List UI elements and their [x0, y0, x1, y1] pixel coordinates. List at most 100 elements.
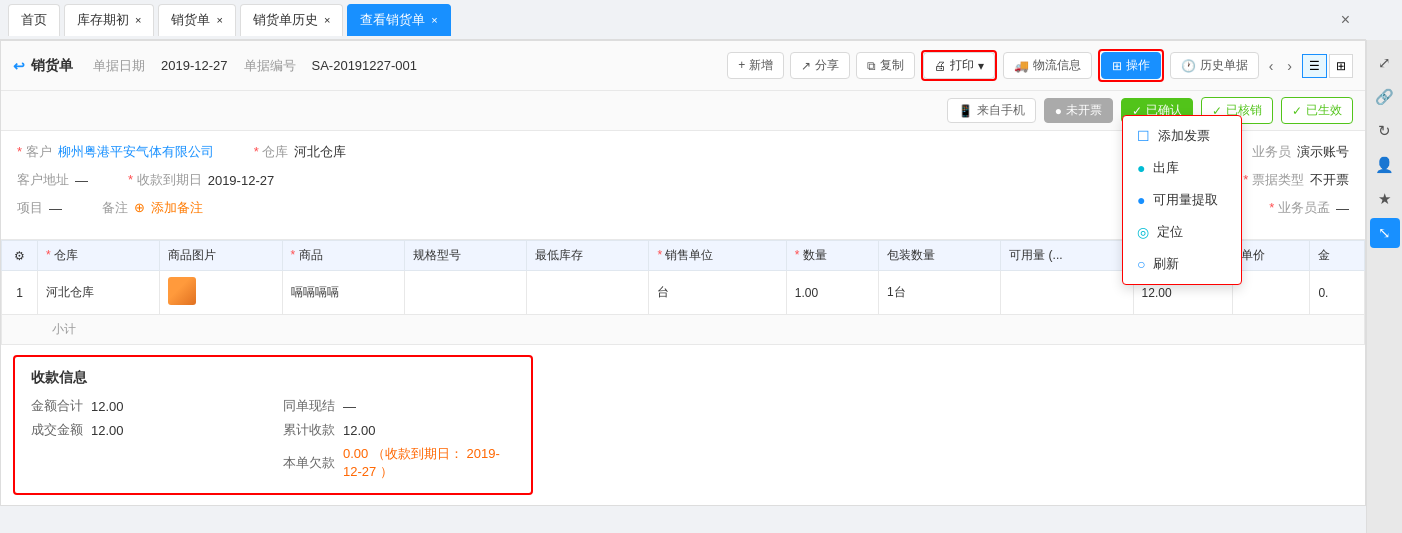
available-icon: ●	[1137, 192, 1145, 208]
prev-arrow[interactable]: ‹	[1265, 54, 1278, 78]
date-label: 单据日期	[93, 57, 145, 75]
col-sales-unit: 销售单位	[649, 241, 786, 271]
cumulative-row: 累计收款 12.00	[283, 421, 515, 439]
sidebar-star-btn[interactable]: ★	[1370, 184, 1400, 214]
due-note-end: ）	[380, 464, 393, 479]
dropdown-location-label: 定位	[1157, 223, 1183, 241]
same-order-value: —	[343, 399, 356, 414]
history-button[interactable]: 🕐 历史单据	[1170, 52, 1259, 79]
tab-inventory[interactable]: 库存期初 ×	[64, 4, 154, 36]
link-icon: 🔗	[1375, 88, 1394, 106]
mobile-btn[interactable]: 📱 来自手机	[947, 98, 1036, 123]
dropdown-location[interactable]: ◎ 定位	[1123, 216, 1241, 248]
list-view-btn[interactable]: ☰	[1302, 54, 1327, 78]
tab-view-sales-close[interactable]: ×	[431, 14, 437, 26]
same-order-label: 同单现结	[283, 397, 335, 415]
operations-dropdown: ☐ 添加发票 ● 出库 ● 可用量提取 ◎ 定位 ○ 刷新	[1122, 115, 1242, 285]
cell-image	[160, 271, 282, 315]
payment-date-value: 2019-12-27	[208, 173, 275, 188]
user-icon: 👤	[1375, 156, 1394, 174]
right-sidebar: ⤢ 🔗 ↻ 👤 ★ ⤡	[1366, 40, 1402, 506]
star-icon: ★	[1378, 190, 1391, 208]
doc-actions: + 新增 ↗ 分享 ⧉ 复制 🖨 打印 ▾ 🚚	[727, 49, 1353, 82]
tab-inventory-label: 库存期初	[77, 11, 129, 29]
sidebar-link-btn[interactable]: 🔗	[1370, 82, 1400, 112]
tab-home-label: 首页	[21, 11, 47, 29]
not-open-btn[interactable]: ● 未开票	[1044, 98, 1113, 123]
cumulative-label: 累计收款	[283, 421, 335, 439]
sales-rep-value: —	[1336, 201, 1349, 216]
num-label: 单据编号	[244, 57, 296, 75]
operations-highlight-box: ⊞ 操作	[1098, 49, 1164, 82]
grid-view-btn[interactable]: ⊞	[1329, 54, 1353, 78]
tab-view-sales[interactable]: 查看销货单 ×	[347, 4, 450, 36]
due-note-text: （收款到期日：	[372, 446, 463, 461]
cell-pack-qty: 1台	[878, 271, 1000, 315]
sidebar-user-btn[interactable]: 👤	[1370, 150, 1400, 180]
sales-rep-label: 业务员孟	[1269, 199, 1330, 217]
print-button[interactable]: 🖨 打印 ▾	[923, 52, 995, 79]
same-order-row: 同单现结 —	[283, 397, 515, 415]
note-field: 备注 ⊕ 添加备注	[102, 199, 203, 217]
share-button[interactable]: ↗ 分享	[790, 52, 850, 79]
col-min-stock: 最低库存	[527, 241, 649, 271]
new-button[interactable]: + 新增	[727, 52, 783, 79]
bill-type-label: 票据类型	[1243, 171, 1304, 189]
sidebar-expand-btn[interactable]: ⤢	[1370, 48, 1400, 78]
tab-view-sales-label: 查看销货单	[360, 11, 425, 29]
next-arrow[interactable]: ›	[1283, 54, 1296, 78]
dropdown-outbound[interactable]: ● 出库	[1123, 152, 1241, 184]
project-value: —	[49, 201, 62, 216]
tab-sales[interactable]: 销货单 ×	[158, 4, 235, 36]
tab-inventory-close[interactable]: ×	[135, 14, 141, 26]
due-label: 本单欠款	[283, 454, 335, 472]
warehouse-label: 仓库	[254, 143, 289, 161]
address-label: 客户地址	[17, 171, 69, 189]
dropdown-outbound-label: 出库	[1153, 159, 1179, 177]
sidebar-refresh-btn[interactable]: ↻	[1370, 116, 1400, 146]
project-field: 项目 —	[17, 199, 62, 217]
tab-sales-history-close[interactable]: ×	[324, 14, 330, 26]
sales-rep-field: 业务员孟 —	[1269, 199, 1349, 217]
due-row: 本单欠款 0.00 （收款到期日： 2019-12-27 ）	[283, 445, 515, 481]
fullscreen-icon: ⤡	[1378, 224, 1391, 242]
cell-min-stock	[527, 271, 649, 315]
refresh-icon: ○	[1137, 256, 1145, 272]
print-icon: 🖨	[934, 59, 946, 73]
subtotal-row: 小计	[2, 315, 1365, 345]
cumulative-value: 12.00	[343, 423, 376, 438]
doc-title-area: ↩ 销货单	[13, 57, 73, 75]
doc-icon: ↩	[13, 58, 25, 74]
expand-icon: ⤢	[1378, 54, 1391, 72]
effective-btn[interactable]: ✓ 已生效	[1281, 97, 1353, 124]
col-settings[interactable]: ⚙	[2, 241, 38, 271]
sidebar-fullscreen-btn[interactable]: ⤡	[1370, 218, 1400, 248]
dropdown-refresh[interactable]: ○ 刷新	[1123, 248, 1241, 280]
history-icon: 🕐	[1181, 59, 1196, 73]
refresh-icon: ↻	[1378, 122, 1391, 140]
note-plus-icon: ⊕	[134, 200, 145, 215]
customer-value[interactable]: 柳州粤港平安气体有限公司	[58, 143, 214, 161]
bill-type-value: 不开票	[1310, 171, 1349, 189]
tab-home[interactable]: 首页	[8, 4, 60, 36]
doc-meta: 单据日期 2019-12-27 单据编号 SA-20191227-001	[93, 57, 727, 75]
due-value: 0.00 （收款到期日： 2019-12-27 ）	[343, 445, 515, 481]
tab-sales-label: 销货单	[171, 11, 210, 29]
tab-bar: 首页 库存期初 × 销货单 × 销货单历史 × 查看销货单 × ×	[0, 0, 1366, 40]
num-value: SA-20191227-001	[312, 58, 418, 73]
dropdown-available[interactable]: ● 可用量提取	[1123, 184, 1241, 216]
mobile-icon: 📱	[958, 104, 973, 118]
dropdown-add-invoice[interactable]: ☐ 添加发票	[1123, 120, 1241, 152]
transaction-row: 成交金额 12.00	[31, 421, 263, 439]
tab-sales-close[interactable]: ×	[216, 14, 222, 26]
not-open-icon: ●	[1055, 104, 1062, 118]
operations-button[interactable]: ⊞ 操作	[1101, 52, 1161, 79]
col-image: 商品图片	[160, 241, 282, 271]
cell-amount: 0.	[1310, 271, 1365, 315]
copy-button[interactable]: ⧉ 复制	[856, 52, 915, 79]
logistics-button[interactable]: 🚚 物流信息	[1003, 52, 1092, 79]
add-note-btn[interactable]: ⊕ 添加备注	[134, 199, 203, 217]
window-close-button[interactable]: ×	[1333, 11, 1358, 29]
tab-sales-history[interactable]: 销货单历史 ×	[240, 4, 343, 36]
logistics-icon: 🚚	[1014, 59, 1029, 73]
